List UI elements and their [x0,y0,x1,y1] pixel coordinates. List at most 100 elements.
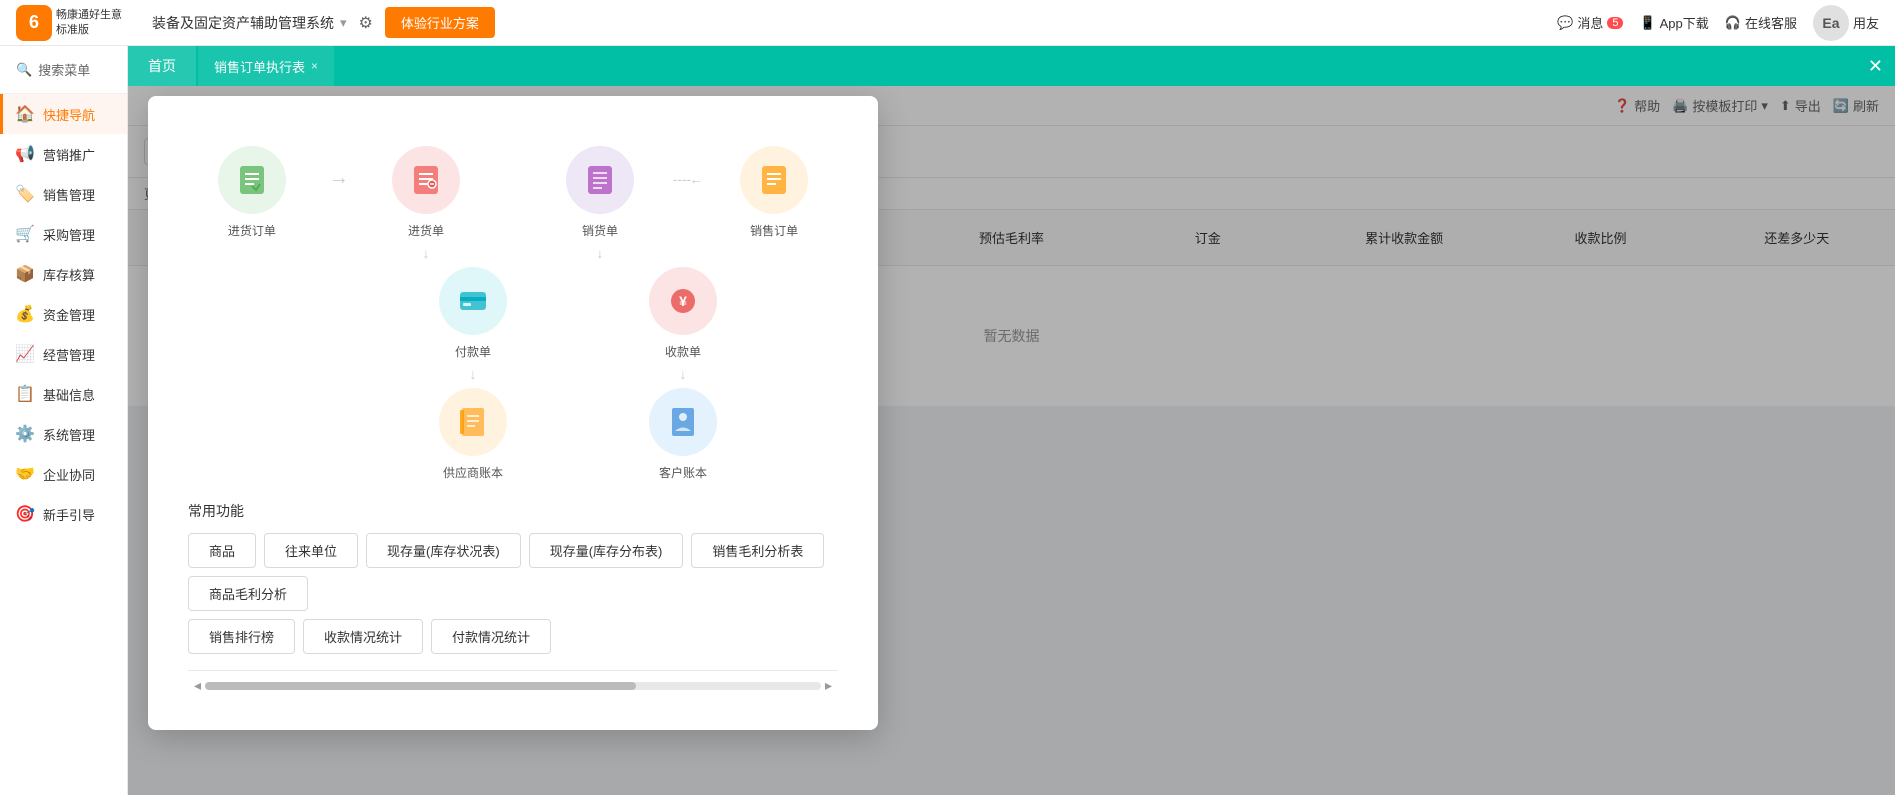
flow-item-payment[interactable]: 付款单 [408,267,538,360]
purchase-icon: 🛒 [15,224,35,244]
message-item[interactable]: 💬 消息 5 [1557,13,1623,32]
operations-icon: 📈 [15,344,35,364]
sales-order-label: 销售订单 [750,222,798,239]
app-download-item[interactable]: 📱 App下载 [1639,13,1708,32]
scroll-left-icon[interactable]: ◂ [194,677,201,694]
receipt-circle: ¥ [649,267,717,335]
flow-item-supplier-ledger[interactable]: 供应商账本 [408,388,538,481]
flow-row2: 付款单 ¥ 收款单 [198,267,828,360]
arrows-down-row2: ↓ ↓ [198,360,828,388]
common-funcs-title: 常用功能 [188,501,838,521]
spacer-d2 [306,239,372,267]
func-buttons-row2: 销售排行榜 收款情况统计 付款情况统计 [188,619,838,654]
purchase-order-label: 进货订单 [228,222,276,239]
sidebar-item-purchase[interactable]: 🛒 采购管理 [0,214,127,254]
user-item[interactable]: Ea 用友 [1813,5,1879,41]
func-btn-partner[interactable]: 往来单位 [264,533,358,568]
basic-info-icon: 📋 [15,384,35,404]
func-btn-payment-stat[interactable]: 收款情况统计 [303,619,423,654]
spacer-d1 [198,239,306,267]
flow-diagram: 进货订单 → [188,126,838,491]
flow-item-receipt[interactable]: ¥ 收款单 [618,267,748,360]
tab-close-icon[interactable]: × [311,59,318,73]
finance-icon: 💰 [15,304,35,324]
down-arrow-receipt: ↓ [618,360,748,388]
tab-home[interactable]: 首页 [128,46,196,86]
message-badge: 5 [1607,17,1623,29]
tab-bar-close-icon[interactable]: ✕ [1868,56,1883,77]
arrow-right-1: → [306,167,372,218]
settings-gear-icon[interactable]: ⚙ [359,13,373,33]
system-title: 装备及固定资产辅助管理系统 [152,13,334,33]
trial-button[interactable]: 体验行业方案 [385,7,495,38]
flow-item-customer-ledger[interactable]: 客户账本 [618,388,748,481]
top-bar: 6 畅康通好生意 标准版 装备及固定资产辅助管理系统 ▾ ⚙ 体验行业方案 💬 … [0,0,1895,46]
func-btn-goods[interactable]: 商品 [188,533,256,568]
common-functions: 常用功能 商品 往来单位 现存量(库存状况表) 现存量(库存分布表) 销售毛利分… [188,501,838,654]
message-icon: 💬 [1557,15,1573,31]
flow-item-sales-order[interactable]: 销售订单 [720,146,828,239]
headset-icon: 🎧 [1725,15,1741,31]
down-arrow-sales: ↓ [546,239,654,267]
supplier-ledger-label: 供应商账本 [443,464,503,481]
customer-ledger-label: 客户账本 [659,464,707,481]
system-icon: ⚙️ [15,424,35,444]
sales-label: 销货单 [582,222,618,239]
main-area: 🔍 搜索菜单 🏠 快捷导航 📢 营销推广 🏷️ 销售管理 🛒 采购管理 [0,46,1895,795]
func-btn-stock-dist[interactable]: 现存量(库存分布表) [529,533,684,568]
page-content: ❓ 帮助 🖨️ 按模板打印 ▾ ⬆ 导出 🔄 [128,86,1895,795]
app-title-area: 装备及固定资产辅助管理系统 ▾ ⚙ 体验行业方案 [152,7,1557,38]
logo-text: 畅康通好生意 标准版 [56,8,122,37]
tab-sales-order[interactable]: 销售订单执行表 × [198,46,334,86]
flow-item-sales[interactable]: 销货单 [546,146,654,239]
flow-item-purchase-order[interactable]: 进货订单 [198,146,306,239]
customer-ledger-circle [649,388,717,456]
purchase-order-circle [218,146,286,214]
spacer-d4 [654,239,720,267]
sp3 [538,360,618,388]
sidebar-item-finance[interactable]: 💰 资金管理 [0,294,127,334]
func-btn-stock-status[interactable]: 现存量(库存状况表) [366,533,521,568]
func-buttons-row1: 商品 往来单位 现存量(库存状况表) 现存量(库存分布表) 销售毛利分析表 商品… [188,533,838,611]
svg-text:¥: ¥ [679,293,687,309]
sidebar-item-basic-info[interactable]: 📋 基础信息 [0,374,127,414]
sidebar-item-inventory[interactable]: 📦 库存核算 [0,254,127,294]
spacer-d3 [480,239,546,267]
logo-char: 6 [29,12,39,33]
sidebar-item-quick-nav[interactable]: 🏠 快捷导航 [0,94,127,134]
avatar: Ea [1813,5,1849,41]
sidebar-item-newbie[interactable]: 🎯 新手引导 [0,494,127,534]
sidebar-item-enterprise[interactable]: 🤝 企业协同 [0,454,127,494]
marketing-icon: 📢 [15,144,35,164]
top-right: 💬 消息 5 📱 App下载 🎧 在线客服 Ea 用友 [1557,5,1879,41]
func-btn-pay-stat[interactable]: 付款情况统计 [431,619,551,654]
down-arrow-purchase: ↓ [372,239,480,267]
modal-overlay: 进货订单 → [128,86,1895,795]
scroll-bar-area: ◂ ▸ [188,670,838,700]
scroll-track[interactable] [205,682,821,690]
func-btn-sales-rank[interactable]: 销售排行榜 [188,619,295,654]
app-wrapper: 6 畅康通好生意 标准版 装备及固定资产辅助管理系统 ▾ ⚙ 体验行业方案 💬 … [0,0,1895,795]
online-service-item[interactable]: 🎧 在线客服 [1725,13,1797,32]
purchase-circle [392,146,460,214]
enterprise-icon: 🤝 [15,464,35,484]
arrow-dashed-left: - - - -← [654,171,720,215]
sidebar-item-system[interactable]: ⚙️ 系统管理 [0,414,127,454]
title-dropdown-icon[interactable]: ▾ [340,15,347,31]
func-btn-goods-profit[interactable]: 商品毛利分析 [188,576,308,611]
scroll-thumb [205,682,636,690]
sidebar-item-marketing[interactable]: 📢 营销推广 [0,134,127,174]
sales-circle [566,146,634,214]
sidebar-item-operations[interactable]: 📈 经营管理 [0,334,127,374]
sp2 [328,360,408,388]
scroll-right-icon[interactable]: ▸ [825,677,832,694]
logo-area: 6 畅康通好生意 标准版 [16,5,144,41]
sidebar-item-sales[interactable]: 🏷️ 销售管理 [0,174,127,214]
flow-item-purchase[interactable]: 进货单 [372,146,480,239]
func-btn-sales-profit[interactable]: 销售毛利分析表 [691,533,824,568]
search-menu-button[interactable]: 🔍 搜索菜单 [8,54,119,85]
payment-label: 付款单 [455,343,491,360]
sidebar-search: 🔍 搜索菜单 [0,46,127,94]
sales-icon: 🏷️ [15,184,35,204]
tab-bar: 首页 销售订单执行表 × ✕ [128,46,1895,86]
